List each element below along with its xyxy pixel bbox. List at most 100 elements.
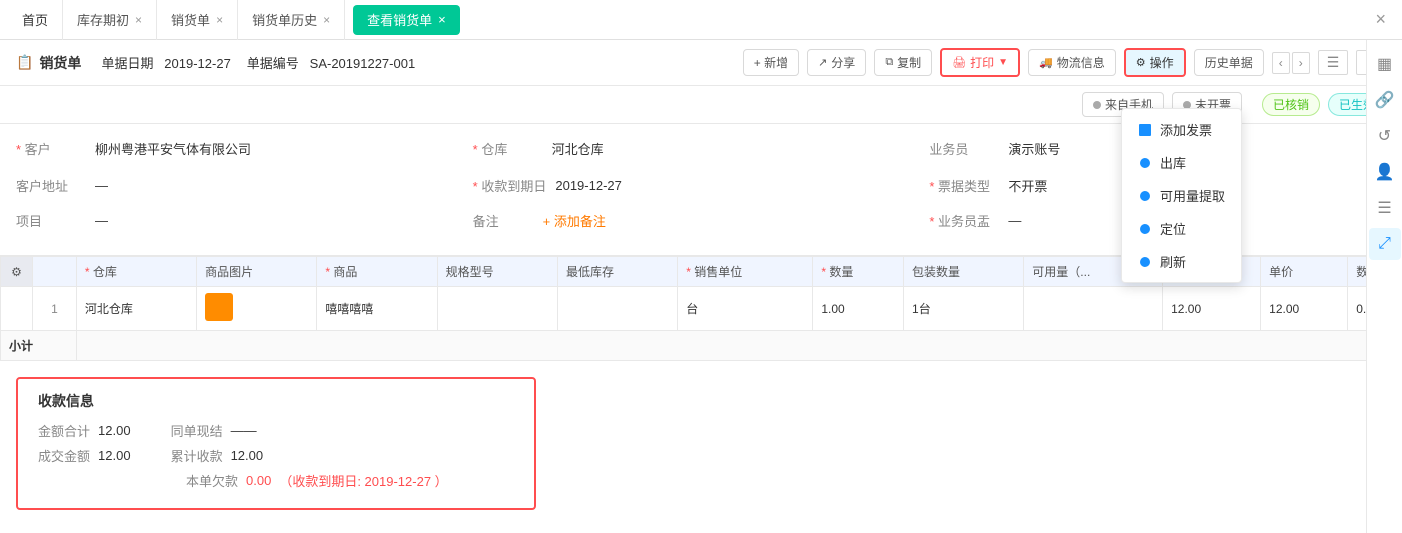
row-pack-qty: 1台 — [904, 287, 1024, 331]
circle-icon-avail — [1140, 191, 1150, 201]
tab-view-sales[interactable]: 查看销货单 × — [353, 5, 460, 35]
logistics-button-label: 物流信息 — [1057, 54, 1105, 71]
window-close-button[interactable]: × — [1367, 9, 1394, 30]
tab-view-close[interactable]: × — [438, 12, 446, 27]
nav-arrows: ‹ › — [1272, 52, 1310, 74]
col-num — [33, 257, 77, 287]
due-date-field: 收款到期日 2019-12-27 — [473, 175, 930, 196]
project-label: 项目 — [16, 211, 86, 230]
product-image — [205, 293, 233, 321]
tab-inventory-label: 库存期初 — [77, 10, 129, 29]
history-button[interactable]: 历史单据 — [1194, 49, 1264, 76]
row-available — [1024, 287, 1163, 331]
locate-label: 定位 — [1160, 219, 1186, 238]
print-button[interactable]: 🖨 打印 ▼ — [940, 48, 1020, 77]
outbound-label: 出库 — [1160, 153, 1186, 172]
col-unit-price: 单价 — [1261, 257, 1348, 287]
staff-value[interactable]: 演示账号 — [999, 136, 1119, 161]
tab-home[interactable]: 首页 — [8, 0, 63, 40]
sidebar-expand-button[interactable]: ⤢ — [1369, 228, 1401, 260]
subtotal-label-cell: 小计 — [1, 331, 77, 361]
tab-sales-close[interactable]: × — [216, 13, 223, 27]
tab-sales-history[interactable]: 销货单历史 × — [238, 0, 345, 40]
dropdown-refresh[interactable]: 刷新 — [1122, 245, 1241, 278]
project-value[interactable]: — — [86, 210, 206, 231]
tab-home-label: 首页 — [22, 10, 48, 29]
sidebar-layout-button[interactable]: ▦ — [1369, 48, 1401, 80]
col-gear[interactable]: ⚙ — [1, 257, 33, 287]
cumulative-label: 累计收款 — [171, 446, 223, 465]
print-button-label: 打印 — [970, 54, 994, 71]
locate-icon — [1138, 222, 1152, 236]
grid-view-button[interactable]: ☰ — [1318, 50, 1349, 75]
history-button-label: 历史单据 — [1205, 54, 1253, 71]
cumulative-item: 累计收款 12.00 — [171, 446, 264, 465]
tab-history-close[interactable]: × — [323, 13, 330, 27]
add-note-button[interactable]: 添加备注 — [543, 211, 606, 230]
sidebar-rotate-button[interactable]: ↺ — [1369, 120, 1401, 152]
tab-sales-order[interactable]: 销货单 × — [157, 0, 238, 40]
payment-row-1: 金额合计 12.00 同单现结 —— — [38, 421, 514, 440]
tab-inventory-close[interactable]: × — [135, 13, 142, 27]
refresh-icon — [1138, 255, 1152, 269]
copy-button-label: 复制 — [897, 54, 921, 71]
next-record-button[interactable]: › — [1292, 52, 1310, 74]
customer-label: 客户 — [16, 139, 86, 158]
staff2-label: 业务员盂 — [929, 211, 999, 230]
doc-date-field: 单据日期 2019-12-27 — [101, 53, 230, 72]
confirm-badge — [1250, 97, 1254, 112]
payment-row-3: 本单欠款 0.00 （收款到期日: 2019-12-27 ） — [38, 471, 514, 490]
copy-button[interactable]: ⧉ 复制 — [874, 49, 932, 76]
tab-inventory-init[interactable]: 库存期初 × — [63, 0, 157, 40]
warehouse-value[interactable]: 河北仓库 — [543, 136, 663, 161]
row-gear — [1, 287, 33, 331]
dropdown-outbound[interactable]: 出库 — [1122, 146, 1241, 179]
due-date-value[interactable]: 2019-12-27 — [546, 175, 666, 196]
add-invoice-icon — [1138, 123, 1152, 137]
prev-record-button[interactable]: ‹ — [1272, 52, 1290, 74]
doc-number-field: 单据编号 SA-20191227-001 — [247, 53, 415, 72]
sidebar-link-button[interactable]: 🔗 — [1369, 84, 1401, 116]
total-amount-item: 金额合计 12.00 — [38, 421, 131, 440]
doc-date-value: 2019-12-27 — [164, 56, 231, 71]
sidebar-person-button[interactable]: 👤 — [1369, 156, 1401, 188]
actual-amount-label: 成交金额 — [38, 446, 90, 465]
dropdown-available-qty[interactable]: 可用量提取 — [1122, 179, 1241, 212]
right-sidebar: ▦ 🔗 ↺ 👤 ☰ ⤢ — [1366, 40, 1402, 533]
ops-button[interactable]: ⚙ 操作 — [1124, 48, 1186, 77]
total-amount-value: 12.00 — [98, 423, 131, 438]
col-qty: * 数量 — [813, 257, 904, 287]
tab-sales-label: 销货单 — [171, 10, 210, 29]
ticket-type-label: 票据类型 — [929, 176, 999, 195]
col-pack-qty: 包装数量 — [904, 257, 1024, 287]
row-spec — [437, 287, 557, 331]
phone-dot-icon — [1093, 101, 1101, 109]
logistics-button[interactable]: 🚚 物流信息 — [1028, 49, 1116, 76]
col-product-img: 商品图片 — [197, 257, 317, 287]
circle-icon-refresh — [1140, 257, 1150, 267]
actual-amount-item: 成交金额 12.00 — [38, 446, 131, 465]
doc-number-label: 单据编号 — [247, 56, 299, 71]
row-unit: 台 — [678, 287, 813, 331]
balance-item: 本单欠款 0.00 （收款到期日: 2019-12-27 ） — [186, 471, 448, 490]
customer-value[interactable]: 柳州粤港平安气体有限公司 — [86, 136, 260, 161]
col-unit: * 销售单位 — [678, 257, 813, 287]
ticket-type-value[interactable]: 不开票 — [999, 173, 1119, 198]
cumulative-value: 12.00 — [231, 448, 264, 463]
refresh-label: 刷新 — [1160, 252, 1186, 271]
doc-number-value: SA-20191227-001 — [310, 56, 416, 71]
payment-row-2: 成交金额 12.00 累计收款 12.00 — [38, 446, 514, 465]
dropdown-locate[interactable]: 定位 — [1122, 212, 1241, 245]
dropdown-add-invoice[interactable]: 添加发票 — [1122, 113, 1241, 146]
tab-bar: 首页 库存期初 × 销货单 × 销货单历史 × 查看销货单 × × — [0, 0, 1402, 40]
available-qty-label: 可用量提取 — [1160, 186, 1225, 205]
sidebar-list-button[interactable]: ☰ — [1369, 192, 1401, 224]
ops-button-label: 操作 — [1150, 54, 1174, 71]
new-button[interactable]: + 新增 — [743, 49, 799, 76]
address-value[interactable]: — — [86, 175, 206, 196]
same-order-label: 同单现结 — [171, 421, 223, 440]
share-button[interactable]: ↗ 分享 — [807, 49, 866, 76]
staff2-value[interactable]: — — [999, 210, 1119, 231]
payment-section: 收款信息 金额合计 12.00 同单现结 —— 成交金额 12.00 累计收款 — [0, 361, 1402, 518]
doc-type-title: 销货单 — [39, 53, 81, 73]
